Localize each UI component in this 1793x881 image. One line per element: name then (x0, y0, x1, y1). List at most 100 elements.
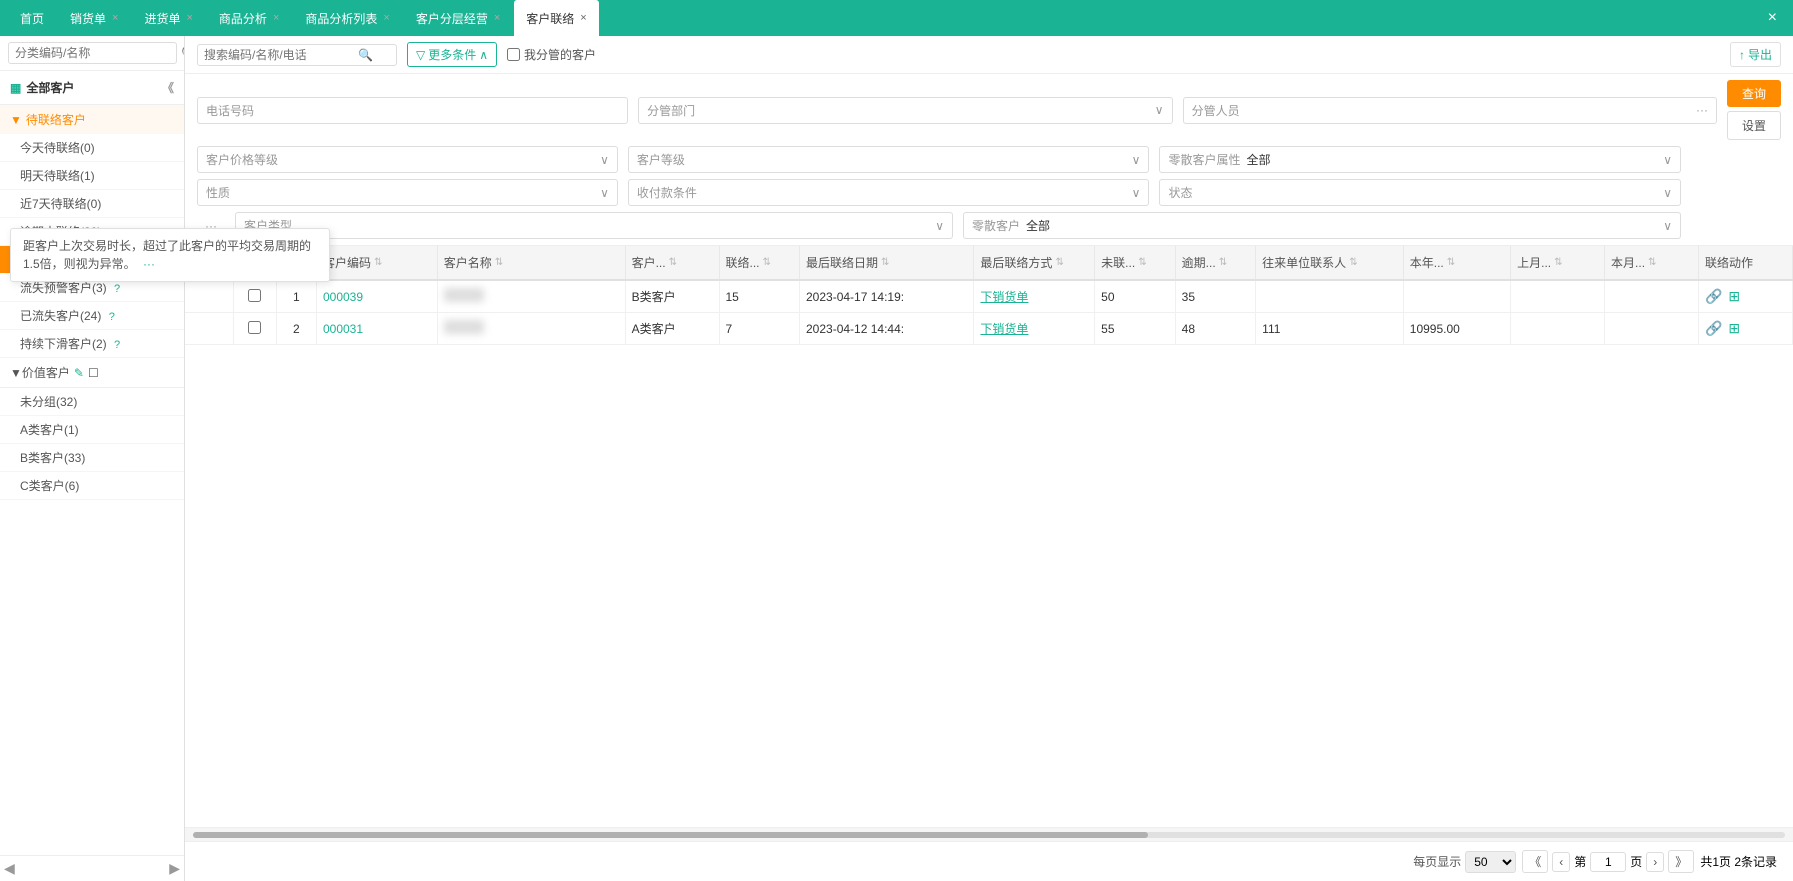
sidebar-item-tomorrow[interactable]: 明天待联络(1) (0, 162, 184, 190)
my-customer-checkbox[interactable] (507, 48, 520, 61)
declining-help-icon[interactable]: ? (114, 339, 120, 351)
row2-select[interactable] (248, 321, 261, 334)
row1-last-method[interactable]: 下销货单 (974, 280, 1095, 313)
nav-item-purchase[interactable]: 进货单 × (132, 0, 204, 36)
table-uncontacted-th[interactable]: 未联... ⇅ (1095, 246, 1176, 280)
nav-sales-close[interactable]: × (112, 12, 118, 24)
filter-dept[interactable]: 分管部门 ∨ (638, 97, 1172, 124)
nav-item-sales[interactable]: 销货单 × (58, 0, 130, 36)
sidebar-collapse-icon[interactable]: 《 (162, 79, 174, 96)
type-sort[interactable]: 客户... ⇅ (632, 254, 677, 271)
this-year-sort[interactable]: 本年... ⇅ (1410, 254, 1455, 271)
nav-analysis-list-close[interactable]: × (383, 12, 389, 24)
value-checkbox-icon[interactable]: ☐ (88, 366, 99, 380)
sidebar-search-input[interactable] (8, 42, 177, 64)
last-month-sort[interactable]: 上月... ⇅ (1517, 254, 1562, 271)
sidebar-item-b-class[interactable]: B类客户(33) (0, 444, 184, 472)
filter-gender[interactable]: 性质 ∨ (197, 179, 618, 206)
sidebar-item-ungroup[interactable]: 未分组(32) (0, 388, 184, 416)
next-page-button[interactable]: › (1646, 852, 1664, 872)
more-filter-button[interactable]: ▽ 更多条件 ∧ (407, 42, 497, 67)
table-type-th[interactable]: 客户... ⇅ (625, 246, 719, 280)
filter-retail-customer[interactable]: 零散客户 全部 ∨ (963, 212, 1681, 239)
nav-customer-contact-close[interactable]: × (580, 12, 586, 24)
row1-checkbox[interactable] (233, 280, 276, 313)
search-input[interactable] (204, 48, 354, 62)
page-input[interactable] (1590, 852, 1626, 872)
last-date-sort[interactable]: 最后联络日期 ⇅ (806, 254, 889, 271)
row1-link-icon[interactable]: 🔗 (1705, 288, 1722, 305)
filter-retail-attr[interactable]: 零散客户属性 全部 ∨ (1159, 146, 1681, 173)
sidebar-item-a-class[interactable]: A类客户(1) (0, 416, 184, 444)
row1-select[interactable] (248, 289, 261, 302)
table-this-month-th[interactable]: 本月... ⇅ (1605, 246, 1699, 280)
table-last-method-th[interactable]: 最后联络方式 ⇅ (974, 246, 1095, 280)
sidebar-nav-right[interactable]: ▶ (169, 860, 180, 877)
table-contact-person-th[interactable]: 往来单位联系人 ⇅ (1256, 246, 1404, 280)
value-edit-icon[interactable]: ✎ (74, 366, 84, 380)
sidebar-all-customers[interactable]: ▦ 全部客户 《 (0, 71, 184, 105)
horizontal-scroll-area[interactable] (185, 827, 1793, 841)
sidebar-nav-left[interactable]: ◀ (4, 860, 15, 877)
sidebar-pending-title[interactable]: ▼ 待联络客户 (0, 105, 184, 134)
filter-phone[interactable]: 电话号码 (197, 97, 628, 124)
lost-predict-help-icon[interactable]: ? (114, 283, 120, 295)
row2-last-method[interactable]: 下销货单 (974, 313, 1095, 345)
search-submit-icon[interactable]: 🔍 (358, 48, 373, 62)
nav-item-home[interactable]: 首页 (8, 0, 56, 36)
scroll-thumb[interactable] (193, 832, 1148, 838)
nav-customer-tier-close[interactable]: × (494, 12, 500, 24)
manager-dots[interactable]: ··· (1696, 103, 1708, 117)
table-name-th[interactable]: 客户名称 ⇅ (437, 246, 625, 280)
table-this-year-th[interactable]: 本年... ⇅ (1403, 246, 1510, 280)
row2-link-icon[interactable]: 🔗 (1705, 320, 1722, 337)
row2-last-method-link[interactable]: 下销货单 (980, 322, 1028, 336)
row2-checkbox[interactable] (233, 313, 276, 345)
per-page-select[interactable]: 50 10 20 100 (1465, 851, 1516, 873)
export-button[interactable]: ↑ 导出 (1730, 42, 1781, 67)
overdue-sort[interactable]: 逾期... ⇅ (1182, 254, 1227, 271)
table-last-date-th[interactable]: 最后联络日期 ⇅ (800, 246, 974, 280)
nav-item-analysis-list[interactable]: 商品分析列表 × (293, 0, 401, 36)
filter-payment[interactable]: 收付款条件 ∨ (628, 179, 1150, 206)
row1-grid-icon[interactable]: ⊞ (1728, 288, 1740, 305)
name-sort[interactable]: 客户名称 ⇅ (444, 254, 503, 271)
row1-code[interactable]: 000039 (316, 280, 437, 313)
sidebar-item-c-class[interactable]: C类客户(6) (0, 472, 184, 500)
sidebar-item-declining[interactable]: 持续下滑客户(2) ? (0, 330, 184, 358)
filter-customer-type[interactable]: 客户类型 ∨ (235, 212, 953, 239)
last-page-button[interactable]: 》 (1668, 850, 1694, 873)
row1-last-method-link[interactable]: 下销货单 (980, 290, 1028, 304)
filter-manager[interactable]: 分管人员 ··· (1183, 97, 1717, 124)
query-button[interactable]: 查询 (1727, 80, 1781, 107)
sidebar-item-today[interactable]: 今天待联络(0) (0, 134, 184, 162)
sidebar-item-7days[interactable]: 近7天待联络(0) (0, 190, 184, 218)
code-sort[interactable]: 客户编码 ⇅ (323, 254, 382, 271)
nav-item-analysis[interactable]: 商品分析 × (207, 0, 291, 36)
sidebar-value-section-title[interactable]: ▼ 价值客户 ✎ ☐ (0, 358, 184, 388)
table-last-month-th[interactable]: 上月... ⇅ (1511, 246, 1605, 280)
first-page-button[interactable]: 《 (1522, 850, 1548, 873)
uncontacted-sort[interactable]: 未联... ⇅ (1101, 254, 1146, 271)
filter-customer-level[interactable]: 客户等级 ∨ (628, 146, 1150, 173)
contact-person-sort[interactable]: 往来单位联系人 ⇅ (1262, 254, 1357, 271)
prev-page-button[interactable]: ‹ (1552, 852, 1570, 872)
nav-item-customer-tier[interactable]: 客户分层经营 × (404, 0, 512, 36)
settings-button[interactable]: 设置 (1727, 111, 1781, 140)
window-close-button[interactable]: × (1760, 9, 1785, 27)
row2-grid-icon[interactable]: ⊞ (1728, 320, 1740, 337)
this-month-sort[interactable]: 本月... ⇅ (1611, 254, 1656, 271)
filter-price-level[interactable]: 客户价格等级 ∨ (197, 146, 618, 173)
filter-status[interactable]: 状态 ∨ (1159, 179, 1681, 206)
row2-code[interactable]: 000031 (316, 313, 437, 345)
table-overdue-th[interactable]: 逾期... ⇅ (1175, 246, 1256, 280)
nav-purchase-close[interactable]: × (186, 12, 192, 24)
table-contact-th[interactable]: 联络... ⇅ (719, 246, 800, 280)
last-method-sort[interactable]: 最后联络方式 ⇅ (980, 254, 1063, 271)
nav-item-customer-contact[interactable]: 客户联络 × (514, 0, 598, 36)
nav-analysis-close[interactable]: × (273, 12, 279, 24)
table-code-th[interactable]: 客户编码 ⇅ (316, 246, 437, 280)
tooltip-more-icon[interactable]: ··· (143, 257, 155, 271)
sidebar-item-lost[interactable]: 已流失客户(24) ? (0, 302, 184, 330)
lost-help-icon[interactable]: ? (109, 311, 115, 323)
